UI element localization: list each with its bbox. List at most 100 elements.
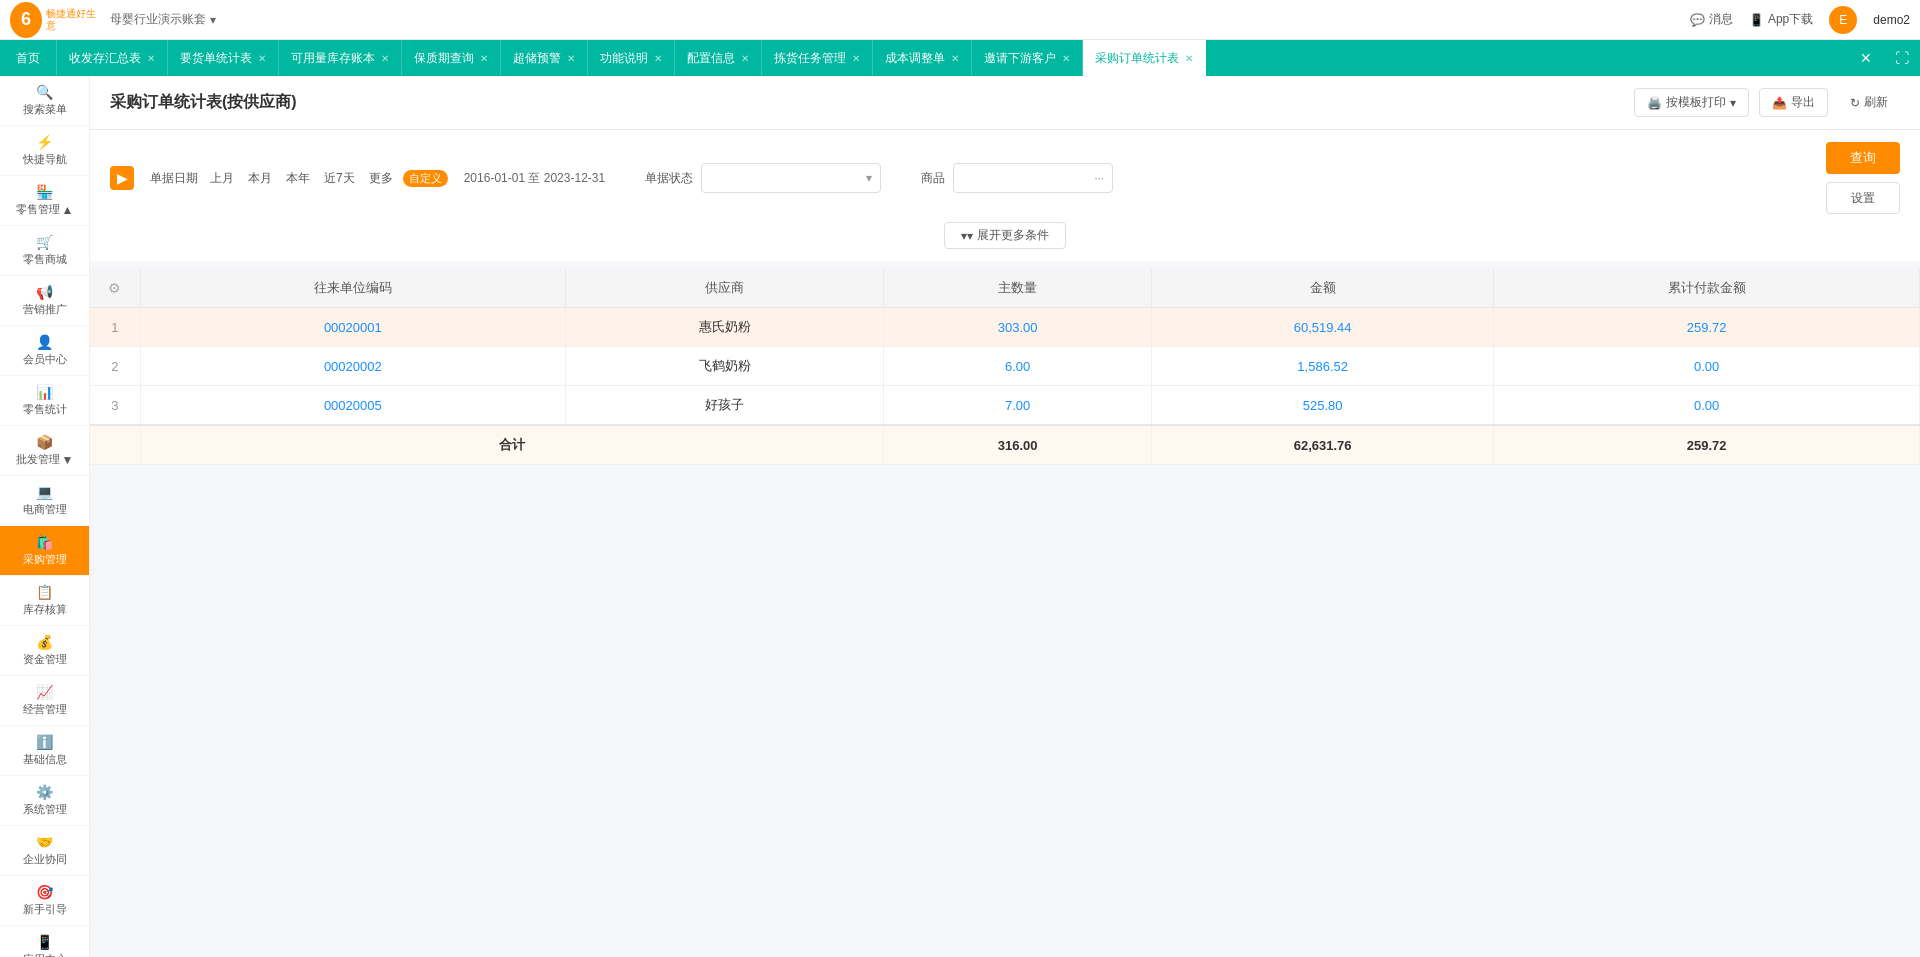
tab-gongneng-close-icon[interactable]: ✕	[654, 53, 662, 64]
date-shortcut-thisyear[interactable]: 本年	[282, 168, 314, 189]
tab-chaochu-label: 超储预警	[513, 50, 561, 67]
setting-button[interactable]: 设置	[1826, 182, 1900, 214]
sidebar-item-retailshop[interactable]: 🛒 零售商城	[0, 226, 89, 276]
tab-shoufa[interactable]: 收发存汇总表 ✕	[57, 40, 168, 76]
nav-fullscreen-btn[interactable]: ⛶	[1884, 40, 1920, 76]
row-amount[interactable]: 525.80	[1151, 386, 1493, 426]
sidebar-item-basic[interactable]: ℹ️ 基础信息	[0, 726, 89, 776]
sidebar-wholesale-label: 批发管理	[16, 452, 60, 467]
table-header-row: ⚙ 往来单位编码 供应商 主数量 金额 累计付款金额	[90, 269, 1920, 308]
goods-input[interactable]: ···	[953, 163, 1113, 193]
status-chevron-icon: ▾	[866, 171, 872, 185]
message-btn[interactable]: 💬 消息	[1690, 11, 1733, 28]
date-shortcut-7days[interactable]: 近7天	[320, 168, 359, 189]
expand-label: 展开更多条件	[977, 227, 1049, 244]
tab-yaohuo[interactable]: 要货单统计表 ✕	[168, 40, 279, 76]
sidebar-item-retailstat[interactable]: 📊 零售统计	[0, 376, 89, 426]
row-qty[interactable]: 7.00	[884, 386, 1152, 426]
tab-caigou[interactable]: 采购订单统计表 ✕	[1083, 40, 1206, 76]
sidebar-ecommerce-label: 电商管理	[23, 502, 67, 517]
app-download-btn[interactable]: 📱 App下载	[1749, 11, 1813, 28]
tab-zhihuo-close-icon[interactable]: ✕	[852, 53, 860, 64]
sidebar-item-wholesale[interactable]: 📦 批发管理 ▼	[0, 426, 89, 476]
tab-caigou-close-icon[interactable]: ✕	[1185, 53, 1193, 64]
row-amount[interactable]: 60,519.44	[1151, 308, 1493, 347]
sidebar-item-ecommerce[interactable]: 💻 电商管理	[0, 476, 89, 526]
tab-caigou-label: 采购订单统计表	[1095, 50, 1179, 67]
row-code[interactable]: 00020005	[140, 386, 566, 426]
status-select[interactable]: ▾	[701, 163, 881, 193]
tab-baozhi-close-icon[interactable]: ✕	[480, 53, 488, 64]
tab-chaochu[interactable]: 超储预警 ✕	[501, 40, 588, 76]
sidebar-item-newguide[interactable]: 🎯 新手引导	[0, 876, 89, 926]
date-custom-badge[interactable]: 自定义	[403, 170, 448, 187]
table-header-code: 往来单位编码	[140, 269, 566, 308]
table-header-settings[interactable]: ⚙	[90, 269, 140, 308]
tab-keyong[interactable]: 可用量库存账本 ✕	[279, 40, 402, 76]
user-avatar[interactable]: E	[1829, 6, 1857, 34]
sidebar-item-enterprise[interactable]: 🤝 企业协同	[0, 826, 89, 876]
sidebar-item-system[interactable]: ⚙️ 系统管理	[0, 776, 89, 826]
row-paid[interactable]: 0.00	[1494, 386, 1920, 426]
quicknav-icon: ⚡	[36, 134, 53, 150]
sidebar-system-label: 系统管理	[23, 802, 67, 817]
top-bar: 6 畅捷通好生意 母婴行业演示账套 ▾ 💬 消息 📱 App下载 E demo2	[0, 0, 1920, 40]
date-shortcut-more[interactable]: 更多	[365, 168, 397, 189]
sidebar-item-finance[interactable]: 💰 资金管理	[0, 626, 89, 676]
tab-chaochu-close-icon[interactable]: ✕	[567, 53, 575, 64]
tab-yaoqing-close-icon[interactable]: ✕	[1062, 53, 1070, 64]
tab-yaoqing[interactable]: 邀请下游客户 ✕	[972, 40, 1083, 76]
tab-yaohuo-close-icon[interactable]: ✕	[258, 53, 266, 64]
query-button[interactable]: 查询	[1826, 142, 1900, 174]
sidebar-item-purchase[interactable]: 🛍️ 采购管理	[0, 526, 89, 576]
page-title: 采购订单统计表(按供应商)	[110, 92, 297, 113]
sidebar-newguide-label: 新手引导	[23, 902, 67, 917]
tab-keyong-label: 可用量库存账本	[291, 50, 375, 67]
date-shortcut-lastmonth[interactable]: 上月	[206, 168, 238, 189]
row-qty[interactable]: 303.00	[884, 308, 1152, 347]
tab-baozhi[interactable]: 保质期查询 ✕	[402, 40, 501, 76]
row-code[interactable]: 00020002	[140, 347, 566, 386]
retail-expand-icon: ▲	[62, 203, 74, 217]
expand-conditions-btn[interactable]: ▾▾ 展开更多条件	[944, 222, 1066, 249]
tab-keyong-close-icon[interactable]: ✕	[381, 53, 389, 64]
table-header-paid: 累计付款金额	[1494, 269, 1920, 308]
row-amount[interactable]: 1,586.52	[1151, 347, 1493, 386]
tab-peizhi-close-icon[interactable]: ✕	[741, 53, 749, 64]
row-paid[interactable]: 259.72	[1494, 308, 1920, 347]
sidebar-item-retail[interactable]: 🏪 零售管理 ▲	[0, 176, 89, 226]
refresh-button[interactable]: ↻ 刷新	[1838, 89, 1900, 116]
settings-gear-icon[interactable]: ⚙	[108, 280, 121, 296]
tab-zhihuo[interactable]: 拣货任务管理 ✕	[762, 40, 873, 76]
print-button[interactable]: 🖨️ 按模板打印 ▾	[1634, 88, 1749, 117]
sidebar-item-search[interactable]: 🔍 搜索菜单	[0, 76, 89, 126]
tab-shoufa-close-icon[interactable]: ✕	[147, 53, 155, 64]
sidebar-item-marketing[interactable]: 📢 营销推广	[0, 276, 89, 326]
status-filter-item: 单据状态 ▾	[645, 163, 881, 193]
tab-chengben[interactable]: 成本调整单 ✕	[873, 40, 972, 76]
nav-right-buttons: ✕ ⛶	[1848, 40, 1920, 76]
tab-gongneng[interactable]: 功能说明 ✕	[588, 40, 675, 76]
retailshop-icon: 🛒	[36, 234, 53, 250]
breadcrumb-dropdown[interactable]: 母婴行业演示账套 ▾	[110, 11, 216, 28]
row-paid[interactable]: 0.00	[1494, 347, 1920, 386]
sidebar-item-member[interactable]: 👤 会员中心	[0, 326, 89, 376]
tab-home[interactable]: 首页	[0, 40, 57, 76]
username-label[interactable]: demo2	[1873, 13, 1910, 27]
tab-zhihuo-label: 拣货任务管理	[774, 50, 846, 67]
sidebar-retailshop-label: 零售商城	[23, 252, 67, 267]
filter-toggle-btn[interactable]: ▶	[110, 166, 134, 190]
nav-close-btn[interactable]: ✕	[1848, 40, 1884, 76]
tab-chengben-close-icon[interactable]: ✕	[951, 53, 959, 64]
sidebar-item-appcenter[interactable]: 📱 应用中心	[0, 926, 89, 957]
sidebar-item-operation[interactable]: 📈 经营管理	[0, 676, 89, 726]
sidebar-item-quicknav[interactable]: ⚡ 快捷导航	[0, 126, 89, 176]
row-qty[interactable]: 6.00	[884, 347, 1152, 386]
operation-icon: 📈	[36, 684, 53, 700]
sidebar-item-inventory[interactable]: 📋 库存核算	[0, 576, 89, 626]
sidebar-inventory-label: 库存核算	[23, 602, 67, 617]
date-shortcut-thismonth[interactable]: 本月	[244, 168, 276, 189]
tab-peizhi[interactable]: 配置信息 ✕	[675, 40, 762, 76]
export-button[interactable]: 📤 导出	[1759, 88, 1828, 117]
row-code[interactable]: 00020001	[140, 308, 566, 347]
